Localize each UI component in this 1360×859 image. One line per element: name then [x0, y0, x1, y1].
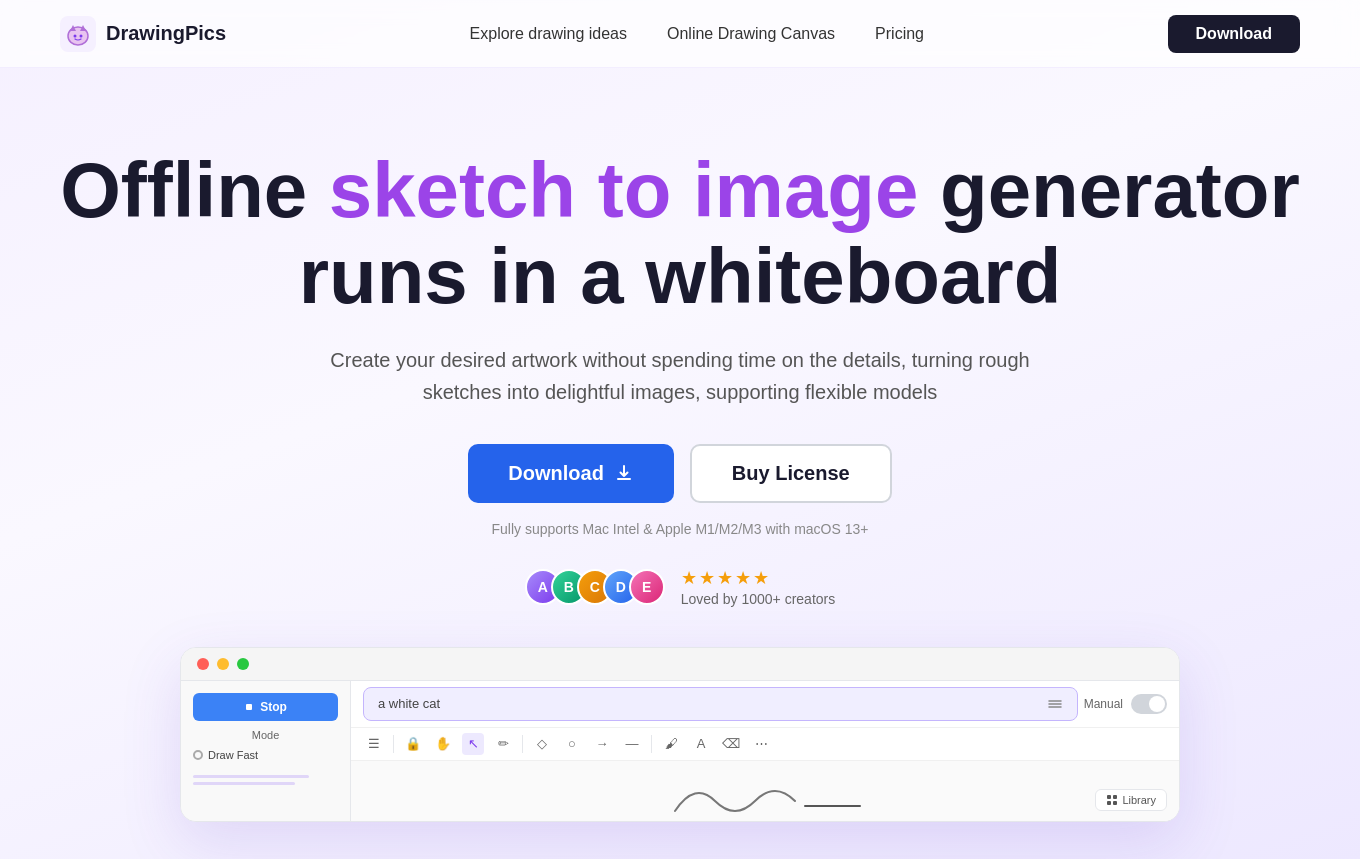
hero-title-generator: generator	[918, 146, 1299, 234]
nav-link-canvas[interactable]: Online Drawing Canvas	[667, 25, 835, 43]
app-sidebar: Stop Mode Draw Fast	[181, 681, 351, 821]
canvas-drawing-area	[351, 761, 1179, 822]
tool-line[interactable]: —	[621, 733, 643, 755]
app-canvas: a white cat Manual	[351, 681, 1179, 821]
star-3: ★	[717, 567, 733, 589]
stop-label: Stop	[260, 700, 287, 714]
avatar-stack: A B C D E	[525, 569, 665, 605]
hero-title: Offline sketch to image generator runs i…	[60, 148, 1300, 320]
library-label: Library	[1122, 794, 1156, 806]
hero-title-offline: Offline	[60, 146, 329, 234]
hero-section: Offline sketch to image generator runs i…	[0, 68, 1360, 859]
avatar: E	[629, 569, 665, 605]
tool-hamburger[interactable]: ☰	[363, 733, 385, 755]
library-icon	[1106, 794, 1118, 806]
star-5: ★	[753, 567, 769, 589]
canvas-tools-row: ☰ 🔒 ✋ ↖ ✏ ◇ ○ → — 🖌 A ⌫ ⋯	[351, 728, 1179, 761]
tool-text[interactable]: A	[690, 733, 712, 755]
canvas-toolbar: a white cat Manual	[351, 681, 1179, 728]
prompt-text: a white cat	[378, 696, 440, 711]
library-button[interactable]: Library	[1095, 789, 1167, 811]
tool-hand[interactable]: ✋	[432, 733, 454, 755]
logo-icon	[60, 16, 96, 52]
draw-fast-option: Draw Fast	[193, 749, 338, 761]
download-button[interactable]: Download	[468, 444, 674, 503]
svg-rect-13	[1107, 801, 1111, 805]
divider	[522, 735, 523, 753]
nav-link-pricing[interactable]: Pricing	[875, 25, 924, 43]
mode-label: Mode	[193, 729, 338, 741]
hero-title-line2: runs in a whiteboard	[299, 232, 1062, 320]
tool-eraser[interactable]: ⌫	[720, 733, 742, 755]
divider	[393, 735, 394, 753]
svg-rect-12	[1113, 795, 1117, 799]
tool-brush[interactable]: 🖌	[660, 733, 682, 755]
star-4: ★	[735, 567, 751, 589]
support-text: Fully supports Mac Intel & Apple M1/M2/M…	[60, 521, 1300, 537]
traffic-light-red	[197, 658, 209, 670]
star-1: ★	[681, 567, 697, 589]
traffic-light-green	[237, 658, 249, 670]
tool-more[interactable]: ⋯	[750, 733, 772, 755]
draw-fast-label: Draw Fast	[208, 749, 258, 761]
buy-license-button[interactable]: Buy License	[690, 444, 892, 503]
download-icon	[614, 463, 634, 483]
stop-button[interactable]: Stop	[193, 693, 338, 721]
divider	[651, 735, 652, 753]
manual-label: Manual	[1084, 697, 1123, 711]
social-proof: A B C D E ★ ★ ★ ★ ★ Loved by 1000+ creat…	[60, 567, 1300, 607]
star-rating: ★ ★ ★ ★ ★	[681, 567, 769, 589]
manual-toggle[interactable]	[1131, 694, 1167, 714]
canvas-prompt-bar: a white cat	[363, 687, 1078, 721]
app-preview: Stop Mode Draw Fast a white cat	[180, 647, 1180, 822]
tool-circle[interactable]: ○	[561, 733, 583, 755]
tool-arrow[interactable]: →	[591, 733, 613, 755]
tool-pen[interactable]: ✏	[492, 733, 514, 755]
tool-cursor[interactable]: ↖	[462, 733, 484, 755]
cta-row: Download Buy License	[60, 444, 1300, 503]
radio-dot	[193, 750, 203, 760]
svg-point-4	[74, 34, 77, 37]
canvas-toggle-area: Manual	[1084, 694, 1167, 714]
toggle-knob	[1149, 696, 1165, 712]
app-body: Stop Mode Draw Fast a white cat	[181, 681, 1179, 821]
tool-lock[interactable]: 🔒	[402, 733, 424, 755]
star-2: ★	[699, 567, 715, 589]
stop-icon	[244, 702, 254, 712]
traffic-light-yellow	[217, 658, 229, 670]
logo-text: DrawingPics	[106, 22, 226, 45]
svg-rect-14	[1113, 801, 1117, 805]
filter-icon	[1047, 696, 1063, 712]
download-label: Download	[508, 462, 604, 485]
hero-subtitle: Create your desired artwork without spen…	[290, 344, 1070, 408]
svg-point-5	[80, 34, 83, 37]
nav-links: Explore drawing ideas Online Drawing Can…	[470, 25, 924, 43]
hero-title-colored: sketch to image	[329, 146, 919, 234]
logo[interactable]: DrawingPics	[60, 16, 226, 52]
nav-download-button[interactable]: Download	[1168, 15, 1300, 53]
sketch-preview	[665, 771, 865, 822]
tool-diamond[interactable]: ◇	[531, 733, 553, 755]
navbar: DrawingPics Explore drawing ideas Online…	[0, 0, 1360, 68]
loved-text: Loved by 1000+ creators	[681, 591, 836, 607]
nav-link-explore[interactable]: Explore drawing ideas	[470, 25, 627, 43]
svg-rect-11	[1107, 795, 1111, 799]
app-titlebar	[181, 648, 1179, 681]
sketch-lines	[665, 771, 865, 822]
svg-rect-6	[246, 704, 252, 710]
stars-and-text: ★ ★ ★ ★ ★ Loved by 1000+ creators	[681, 567, 836, 607]
